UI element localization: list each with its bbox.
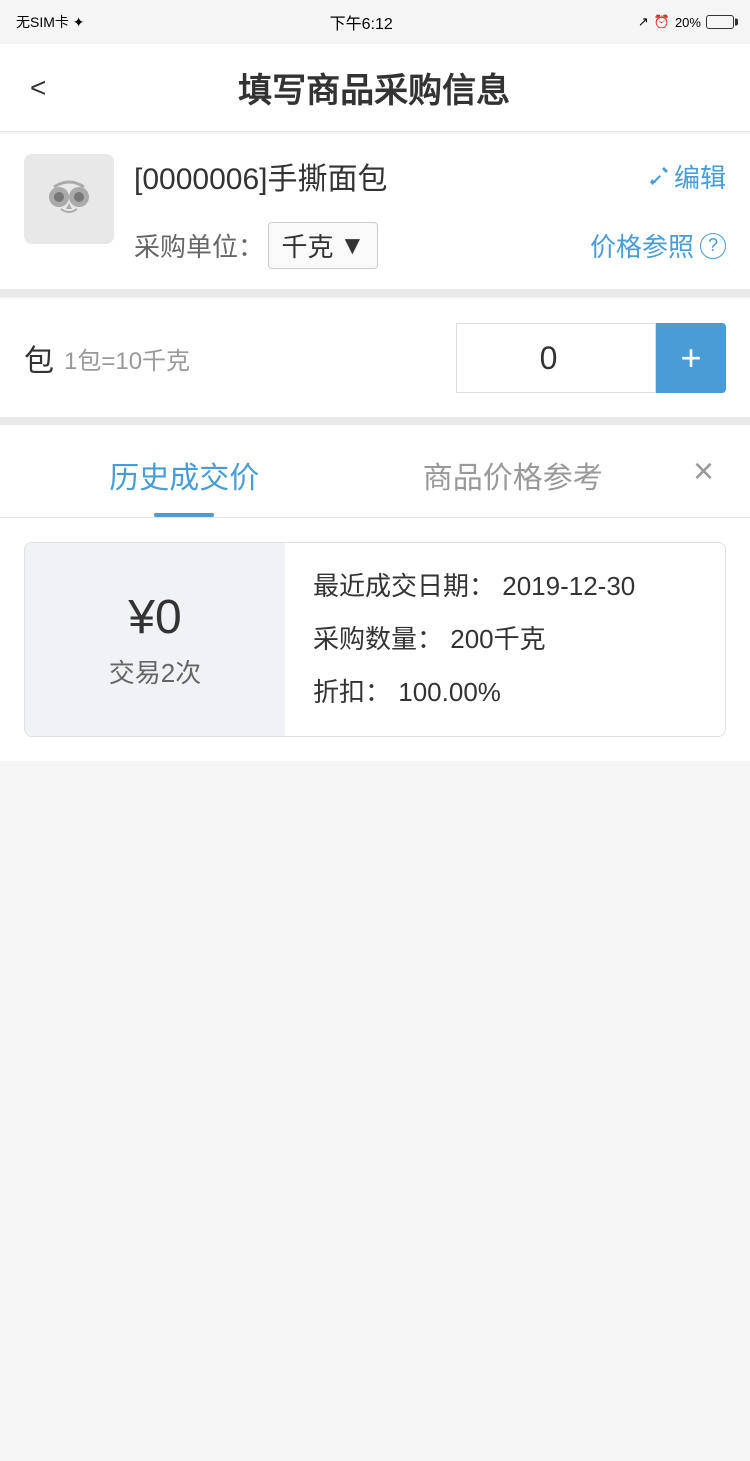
history-discount-row: 折扣： 100.00%	[313, 673, 697, 712]
history-times: 交易2次	[109, 653, 201, 690]
main-background	[0, 761, 750, 1461]
quantity-value: 200千克	[450, 624, 545, 654]
tab-history-price[interactable]: 历史成交价	[20, 425, 348, 517]
unit-label: 采购单位：	[134, 232, 264, 262]
battery-percent: 20%	[675, 15, 701, 30]
status-bar: 无SIM卡 ✦ 下午6:12 ↗ ⏰ 20%	[0, 0, 750, 44]
panel-content: ¥0 交易2次 最近成交日期： 2019-12-30 采购数量： 200千克 折…	[0, 518, 750, 761]
alarm-icon: ⏰	[654, 14, 670, 30]
status-time: 下午6:12	[330, 10, 393, 34]
page-title: 填写商品采购信息	[66, 63, 682, 112]
quantity-unit-badge: 包	[24, 336, 54, 380]
quantity-plus-button[interactable]: +	[656, 323, 726, 393]
section-divider-2	[0, 417, 750, 425]
price-ref-label: 价格参照	[590, 227, 694, 264]
history-quantity-row: 采购数量： 200千克	[313, 620, 697, 659]
tabs-row: 历史成交价 商品价格参考 ×	[0, 425, 750, 518]
discount-value: 100.00%	[398, 677, 501, 707]
date-label: 最近成交日期：	[313, 571, 495, 601]
location-icon: ↗	[638, 14, 649, 30]
price-ref-button[interactable]: 价格参照 ?	[590, 227, 726, 264]
product-name: [0000006]手撕面包	[134, 154, 387, 198]
history-card: ¥0 交易2次 最近成交日期： 2019-12-30 采购数量： 200千克 折…	[24, 542, 726, 737]
bottom-panel: 历史成交价 商品价格参考 × ¥0 交易2次 最近成交日期： 2019-12-3…	[0, 425, 750, 761]
unit-select[interactable]: 千克 ▼	[268, 222, 378, 269]
product-thumbnail	[24, 154, 114, 244]
product-card: [0000006]手撕面包 编辑 采购单位： 千克 ▼ 价格参照 ?	[0, 134, 750, 289]
product-info: [0000006]手撕面包 编辑 采购单位： 千克 ▼ 价格参照 ?	[134, 154, 726, 269]
section-divider	[0, 289, 750, 297]
tab-price-reference[interactable]: 商品价格参考	[348, 425, 676, 517]
quantity-input[interactable]	[456, 323, 656, 393]
status-left: 无SIM卡 ✦	[16, 12, 85, 32]
quantity-input-group: +	[456, 323, 726, 393]
date-value: 2019-12-30	[502, 571, 635, 601]
product-logo-icon	[39, 169, 99, 229]
edit-icon	[648, 165, 670, 187]
discount-label: 折扣：	[313, 677, 391, 707]
history-date-row: 最近成交日期： 2019-12-30	[313, 567, 697, 606]
history-price-value: ¥0	[128, 590, 181, 645]
history-details: 最近成交日期： 2019-12-30 采购数量： 200千克 折扣： 100.0…	[285, 543, 725, 736]
back-button[interactable]: <	[20, 62, 56, 114]
panel-close-button[interactable]: ×	[677, 440, 730, 502]
quantity-section: 包 1包=10千克 +	[0, 299, 750, 417]
quantity-unit-hint: 1包=10千克	[64, 341, 190, 376]
battery-icon	[706, 15, 734, 29]
quantity-label: 采购数量：	[313, 624, 443, 654]
sim-status: 无SIM卡 ✦	[16, 12, 85, 32]
history-price-section: ¥0 交易2次	[25, 543, 285, 736]
unit-value: 千克	[281, 227, 333, 264]
edit-button[interactable]: 编辑	[648, 158, 726, 195]
nav-bar: < 填写商品采购信息	[0, 44, 750, 132]
tab-underline	[154, 513, 214, 517]
dropdown-icon: ▼	[339, 230, 365, 261]
status-right: ↗ ⏰ 20%	[638, 14, 734, 30]
product-header: [0000006]手撕面包 编辑 采购单位： 千克 ▼ 价格参照 ?	[24, 154, 726, 269]
help-icon: ?	[700, 233, 726, 259]
